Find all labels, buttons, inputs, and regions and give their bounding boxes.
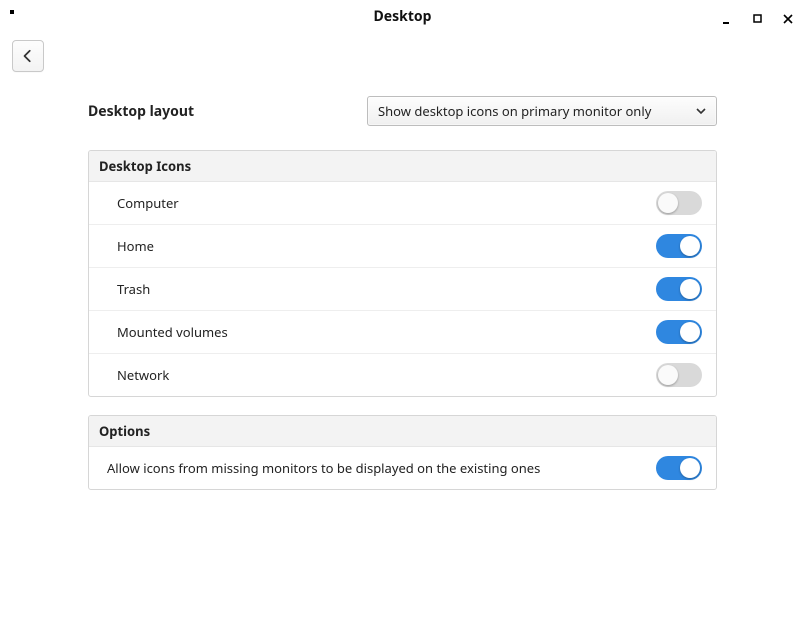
toggle-computer[interactable]	[656, 191, 702, 215]
switch-knob	[680, 322, 700, 342]
icons-row: Computer	[89, 182, 716, 224]
toggle-missing-monitors[interactable]	[656, 456, 702, 480]
window-title: Desktop	[10, 7, 795, 26]
icons-row-label: Trash	[117, 280, 656, 298]
toggle-home[interactable]	[656, 234, 702, 258]
icons-row: Network	[89, 353, 716, 396]
options-panel: Options Allow icons from missing monitor…	[88, 415, 717, 490]
icons-row-label: Computer	[117, 194, 656, 212]
chevron-left-icon	[21, 49, 35, 63]
toggle-network[interactable]	[656, 363, 702, 387]
menu-icon	[10, 10, 14, 14]
maximize-button[interactable]	[753, 10, 763, 20]
icons-row: Home	[89, 224, 716, 267]
chevron-down-icon	[696, 102, 706, 120]
layout-row: Desktop layout Show desktop icons on pri…	[88, 96, 717, 126]
switch-knob	[680, 236, 700, 256]
icons-row: Trash	[89, 267, 716, 310]
icons-row-label: Mounted volumes	[117, 323, 656, 341]
content: Desktop layout Show desktop icons on pri…	[0, 72, 805, 490]
toggle-mounted-volumes[interactable]	[656, 320, 702, 344]
layout-dropdown[interactable]: Show desktop icons on primary monitor on…	[367, 96, 717, 126]
switch-knob	[680, 458, 700, 478]
titlebar-menu[interactable]	[10, 10, 14, 14]
toggle-trash[interactable]	[656, 277, 702, 301]
back-button[interactable]	[12, 40, 44, 72]
icons-row-label: Network	[117, 366, 656, 384]
close-button[interactable]	[783, 10, 793, 20]
switch-knob	[658, 193, 678, 213]
icons-row: Mounted volumes	[89, 310, 716, 353]
titlebar: Desktop	[0, 0, 805, 32]
desktop-icons-header: Desktop Icons	[89, 151, 716, 182]
layout-dropdown-value: Show desktop icons on primary monitor on…	[378, 102, 651, 120]
desktop-icons-panel: Desktop Icons Computer Home Trash Mounted v…	[88, 150, 717, 397]
switch-knob	[658, 365, 678, 385]
switch-knob	[680, 279, 700, 299]
options-row-label: Allow icons from missing monitors to be …	[107, 459, 656, 477]
icons-row-label: Home	[117, 237, 656, 255]
toolbar	[0, 32, 805, 72]
options-row: Allow icons from missing monitors to be …	[89, 447, 716, 489]
options-header: Options	[89, 416, 716, 447]
minimize-button[interactable]	[723, 10, 733, 20]
layout-label: Desktop layout	[88, 102, 194, 121]
